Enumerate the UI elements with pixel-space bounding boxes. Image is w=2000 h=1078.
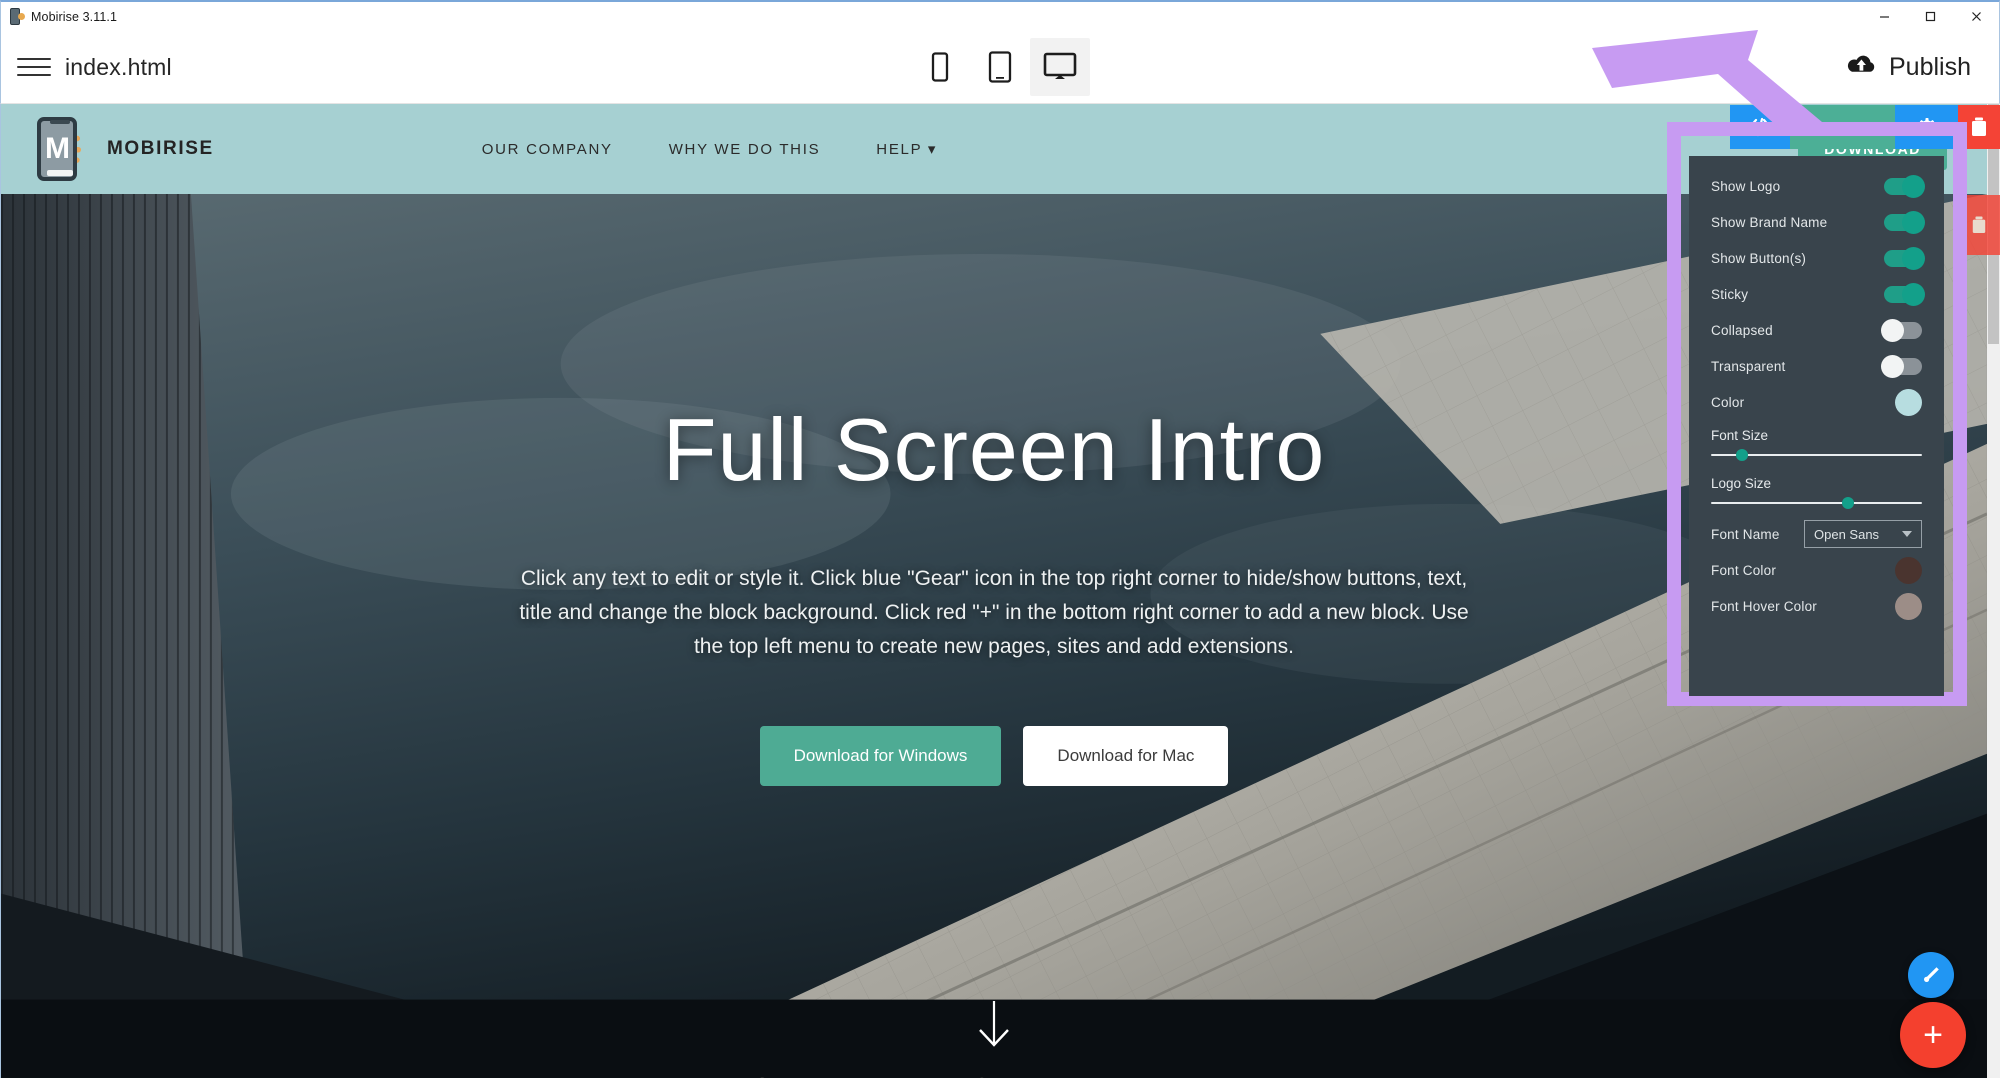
setting-row-show-buttons: Show Button(s): [1689, 240, 1944, 276]
maximize-button[interactable]: [1907, 1, 1953, 32]
setting-label: Transparent: [1711, 358, 1786, 374]
close-button[interactable]: [1953, 1, 1999, 32]
mobirise-logo-icon: M: [29, 115, 91, 183]
nav-item-why-we-do-this[interactable]: WHY WE DO THIS: [669, 141, 821, 158]
window-controls: [1861, 1, 1999, 32]
setting-row-font-color: Font Color: [1689, 552, 1944, 588]
window-title: Mobirise 3.11.1: [31, 9, 118, 24]
block-delete-button[interactable]: [1958, 105, 2000, 149]
publish-label: Publish: [1889, 52, 1971, 81]
navbar-settings-panel: Show Logo Show Brand Name Show Button(s)…: [1689, 156, 1944, 696]
chevron-down-icon: ▾: [927, 141, 938, 158]
setting-row-font-name: Font Name Open Sans: [1689, 516, 1944, 552]
slider-font-size[interactable]: [1711, 449, 1922, 461]
down-arrow-icon[interactable]: [973, 999, 1015, 1056]
hero-paragraph: Click any text to edit or style it. Clic…: [519, 567, 1469, 659]
slider-logo-size[interactable]: [1711, 497, 1922, 509]
nav-item-help-label: HELP: [876, 141, 923, 158]
toggle-show-buttons[interactable]: [1884, 246, 1925, 270]
color-swatch-background[interactable]: [1895, 388, 1922, 416]
setting-row-show-brand-name: Show Brand Name: [1689, 204, 1944, 240]
setting-row-font-hover-color: Font Hover Color: [1689, 588, 1944, 624]
setting-label: Show Logo: [1711, 178, 1781, 194]
minimize-button[interactable]: [1861, 1, 1907, 32]
block-settings-gear-button[interactable]: [1895, 105, 1958, 149]
device-desktop-button[interactable]: [1030, 38, 1090, 96]
setting-label-logo-size: Logo Size: [1711, 475, 1772, 491]
setting-label: Show Button(s): [1711, 250, 1807, 266]
toggle-transparent[interactable]: [1881, 354, 1922, 378]
download-mac-button[interactable]: Download for Mac: [1023, 726, 1229, 787]
page-title: index.html: [65, 53, 172, 80]
setting-row-sticky: Sticky: [1689, 276, 1944, 312]
style-editor-fab[interactable]: [1908, 952, 1954, 998]
hero-buttons: Download for Windows Download for Mac: [1, 726, 1987, 787]
setting-label: Sticky: [1711, 286, 1749, 302]
app-logo-icon: [10, 7, 25, 26]
setting-row-show-logo: Show Logo: [1689, 168, 1944, 204]
site-logo[interactable]: M MOBIRISE: [29, 115, 214, 183]
slider-font-size-handle[interactable]: [1736, 449, 1749, 461]
trash-icon: [1972, 216, 1986, 233]
setting-label: Collapsed: [1711, 322, 1773, 338]
nav-item-our-company[interactable]: OUR COMPANY: [482, 141, 613, 158]
setting-row-collapsed: Collapsed: [1689, 312, 1944, 348]
font-name-value: Open Sans: [1814, 526, 1880, 542]
window-title-bar: Mobirise 3.11.1: [0, 0, 2000, 31]
device-tablet-button[interactable]: [970, 38, 1030, 96]
toggle-show-logo[interactable]: [1884, 174, 1925, 198]
device-preview-toggle: [910, 38, 1090, 96]
nav-item-help[interactable]: HELP ▾: [876, 140, 937, 158]
color-swatch-font[interactable]: [1895, 556, 1922, 584]
download-windows-button[interactable]: Download for Windows: [759, 726, 1002, 787]
trash-icon: [1972, 117, 1986, 136]
annotation-arrow: [1592, 30, 1822, 134]
setting-row-transparent: Transparent: [1689, 348, 1944, 384]
brush-icon: [1924, 967, 1939, 982]
add-block-fab[interactable]: +: [1900, 1002, 1966, 1068]
setting-label: Show Brand Name: [1711, 214, 1828, 230]
site-brand-name: MOBIRISE: [107, 138, 214, 159]
slider-logo-size-handle[interactable]: [1841, 497, 1854, 509]
setting-label: Font Name: [1711, 526, 1780, 542]
toggle-sticky[interactable]: [1884, 282, 1925, 306]
toggle-show-brand-name[interactable]: [1884, 210, 1925, 234]
device-mobile-button[interactable]: [910, 38, 970, 96]
setting-label-font-size: Font Size: [1711, 427, 1769, 443]
gear-icon: [1917, 118, 1936, 136]
setting-label: Font Color: [1711, 562, 1777, 578]
block-delete-button-secondary[interactable]: [1958, 195, 2000, 255]
chevron-down-icon: [1902, 531, 1912, 537]
color-swatch-font-hover[interactable]: [1895, 592, 1922, 620]
setting-label: Color: [1711, 394, 1745, 410]
font-name-select[interactable]: Open Sans: [1804, 520, 1922, 548]
site-nav-menu: OUR COMPANY WHY WE DO THIS HELP ▾: [482, 140, 937, 159]
setting-row-color: Color: [1689, 384, 1944, 420]
setting-label: Font Hover Color: [1711, 598, 1817, 614]
hamburger-icon[interactable]: [17, 50, 51, 84]
toggle-collapsed[interactable]: [1881, 318, 1922, 342]
